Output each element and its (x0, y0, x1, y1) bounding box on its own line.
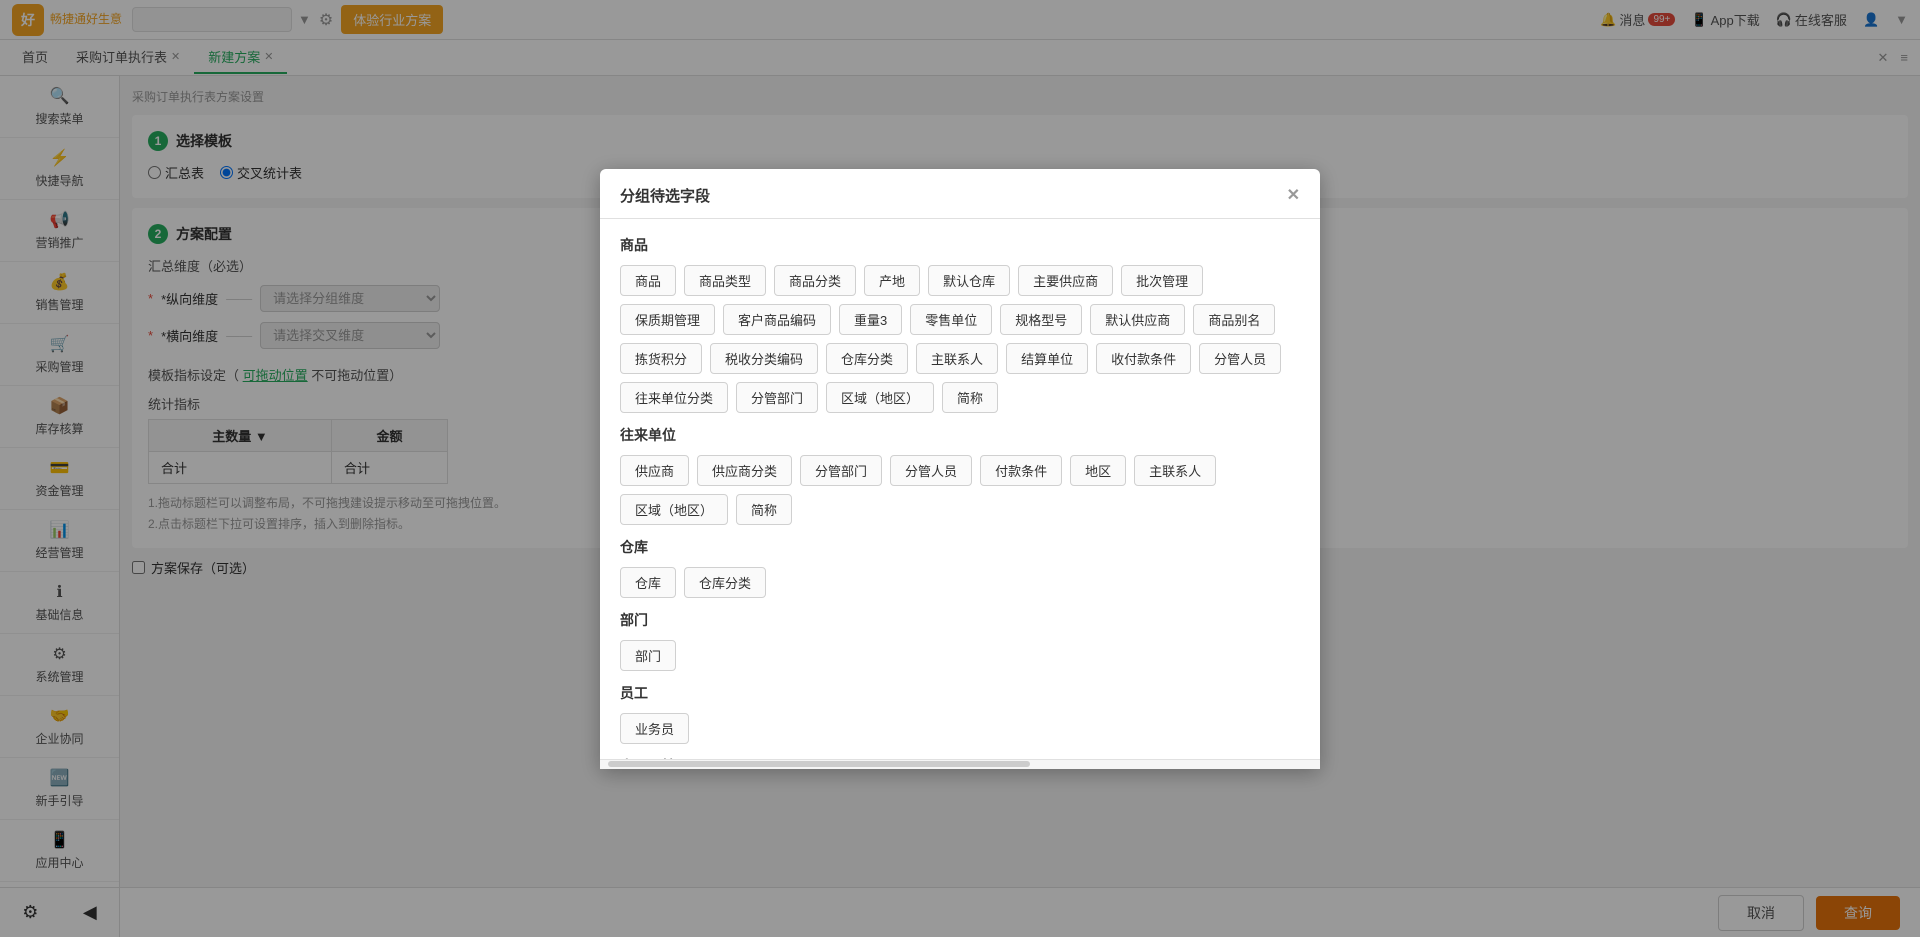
section-title-dept: 部门 (620, 610, 1300, 630)
field-tag[interactable]: 批次管理 (1121, 265, 1203, 296)
field-tag[interactable]: 默认供应商 (1090, 304, 1185, 335)
field-tag[interactable]: 主要供应商 (1018, 265, 1113, 296)
field-tag[interactable]: 税收分类编码 (710, 343, 818, 374)
field-tag[interactable]: 分管部门 (736, 382, 818, 413)
field-tag[interactable]: 规格型号 (1000, 304, 1082, 335)
field-tag[interactable]: 简称 (942, 382, 998, 413)
field-select-modal: 分组待选字段 ✕ 商品 商品 商品类型 商品分类 产地 默认仓库 主要供应商 批… (600, 169, 1320, 769)
field-tag[interactable]: 产地 (864, 265, 920, 296)
section-title-warehouse: 仓库 (620, 537, 1300, 557)
field-tag[interactable]: 地区 (1070, 455, 1126, 486)
field-tag[interactable]: 供应商 (620, 455, 689, 486)
field-tag[interactable]: 区域（地区） (826, 382, 934, 413)
field-tag[interactable]: 供应商分类 (697, 455, 792, 486)
field-tag[interactable]: 业务员 (620, 713, 689, 744)
field-tag[interactable]: 拣货积分 (620, 343, 702, 374)
dept-fields: 部门 (620, 640, 1300, 671)
modal-close-btn[interactable]: ✕ (1287, 185, 1300, 205)
modal-title: 分组待选字段 (620, 185, 710, 206)
field-tag[interactable]: 分管人员 (890, 455, 972, 486)
field-tag[interactable]: 仓库分类 (826, 343, 908, 374)
staff-fields: 业务员 (620, 713, 1300, 744)
field-tag[interactable]: 零售单位 (910, 304, 992, 335)
field-tag[interactable]: 主联系人 (1134, 455, 1216, 486)
field-tag[interactable]: 主联系人 (916, 343, 998, 374)
field-tag[interactable]: 商品别名 (1193, 304, 1275, 335)
field-tag[interactable]: 分管人员 (1199, 343, 1281, 374)
field-tag[interactable]: 商品类型 (684, 265, 766, 296)
field-tag[interactable]: 部门 (620, 640, 676, 671)
partner-fields: 供应商 供应商分类 分管部门 分管人员 付款条件 地区 主联系人 区域（地区） … (620, 455, 1300, 525)
field-tag[interactable]: 商品 (620, 265, 676, 296)
section-title-goods: 商品 (620, 235, 1300, 255)
modal-hscroll (600, 759, 1320, 769)
goods-fields: 商品 商品类型 商品分类 产地 默认仓库 主要供应商 批次管理 保质期管理 客户… (620, 265, 1300, 413)
field-tag[interactable]: 仓库分类 (684, 567, 766, 598)
field-tag[interactable]: 默认仓库 (928, 265, 1010, 296)
field-tag[interactable]: 保质期管理 (620, 304, 715, 335)
hscroll-thumb[interactable] (608, 761, 1030, 767)
modal-body: 商品 商品 商品类型 商品分类 产地 默认仓库 主要供应商 批次管理 保质期管理… (600, 219, 1320, 759)
field-tag[interactable]: 付款条件 (980, 455, 1062, 486)
field-tag[interactable]: 结算单位 (1006, 343, 1088, 374)
section-title-staff: 员工 (620, 683, 1300, 703)
field-tag[interactable]: 区域（地区） (620, 494, 728, 525)
field-tag[interactable]: 分管部门 (800, 455, 882, 486)
field-tag[interactable]: 重量3 (839, 304, 902, 335)
field-tag[interactable]: 商品分类 (774, 265, 856, 296)
modal-header: 分组待选字段 ✕ (600, 169, 1320, 219)
warehouse-fields: 仓库 仓库分类 (620, 567, 1300, 598)
field-tag[interactable]: 收付款条件 (1096, 343, 1191, 374)
section-title-partner: 往来单位 (620, 425, 1300, 445)
modal-overlay: 分组待选字段 ✕ 商品 商品 商品类型 商品分类 产地 默认仓库 主要供应商 批… (0, 0, 1920, 937)
field-tag[interactable]: 简称 (736, 494, 792, 525)
field-tag[interactable]: 仓库 (620, 567, 676, 598)
field-tag[interactable]: 往来单位分类 (620, 382, 728, 413)
field-tag[interactable]: 客户商品编码 (723, 304, 831, 335)
